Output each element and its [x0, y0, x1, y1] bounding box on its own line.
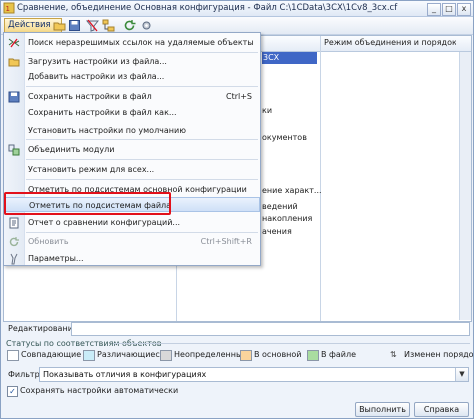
filter-value: Показывать отличия в конфигурациях — [43, 370, 207, 379]
menu-item-label: Установить настройки по умолчанию — [28, 126, 186, 135]
status-group-divider — [113, 343, 470, 344]
window-title: Сравнение, объединение Основная конфигур… — [17, 3, 398, 13]
tree-row-fragment: ведений — [262, 202, 298, 211]
menu-separator — [26, 159, 258, 160]
column-merge-mode[interactable]: Режим объединения и порядок подчи... — [324, 38, 456, 47]
menu-item-label: Объединить модули — [28, 145, 115, 154]
autosave-checkbox[interactable]: ✓ — [7, 386, 18, 397]
menu-item-shortcut: Ctrl+S — [225, 92, 252, 101]
help-button[interactable]: Справка — [414, 402, 469, 417]
menu-item-label: Обновить — [28, 237, 69, 246]
tree-row-fragment: окументов — [262, 133, 307, 142]
open-icon[interactable] — [53, 19, 66, 32]
menu-separator — [26, 86, 258, 87]
tree-row-fragment: ение характ... — [262, 186, 322, 195]
legend-swatch — [307, 350, 319, 361]
menu-item-label: Добавить настройки из файла... — [28, 72, 165, 81]
actions-label: Действия — [8, 20, 51, 30]
minimize-button[interactable]: _ — [427, 3, 441, 16]
legend-label: Различающиеся — [97, 350, 165, 359]
menu-item-label: Сохранить настройки в файл как... — [28, 108, 177, 117]
menu-item-label: Сохранить настройки в файл — [28, 92, 152, 101]
tree-icon[interactable] — [102, 19, 115, 32]
legend-label: В основной — [254, 350, 302, 359]
menu-separator — [26, 179, 258, 180]
legend-swatch — [83, 350, 95, 361]
folder-open-icon — [8, 58, 20, 67]
save-icon — [8, 91, 20, 103]
menu-item-refresh[interactable]: Обновить Ctrl+Shift+R — [4, 234, 260, 249]
menu-item-parameters[interactable]: Параметры... — [4, 251, 260, 266]
settings-icon[interactable] — [140, 19, 153, 32]
merge-modules-icon — [8, 144, 20, 156]
menu-item-label: Установить режим для всех... — [28, 165, 155, 174]
menu-item-find-unresolved-links[interactable]: Поиск неразрешимых ссылок на удаляемые о… — [4, 35, 260, 50]
legend-label: В файле — [321, 350, 357, 359]
menu-item-label: Поиск неразрешимых ссылок на удаляемые о… — [28, 38, 254, 47]
menu-separator — [26, 232, 258, 233]
search-links-icon — [8, 38, 20, 48]
parameters-icon — [10, 253, 18, 265]
menu-item-set-default-settings[interactable]: Установить настройки по умолчанию — [4, 123, 260, 138]
legend-swatch — [160, 350, 172, 361]
report-icon — [9, 217, 19, 229]
legend-label: Совпадающие — [21, 350, 82, 359]
title-bar: 1 Сравнение, объединение Основная конфиг… — [1, 1, 473, 17]
menu-separator — [26, 139, 258, 140]
chevron-down-icon[interactable]: ▼ — [455, 368, 468, 381]
close-button[interactable]: x — [457, 3, 471, 16]
menu-item-label: Загрузить настройки из файла... — [28, 57, 167, 66]
legend-swatch — [240, 350, 252, 361]
legend-swatch — [7, 350, 19, 361]
filter-label: Фильтр: — [8, 370, 43, 379]
filter-select[interactable]: Показывать отличия в конфигурациях ▼ — [39, 367, 469, 382]
tree-row-fragment: накопления — [262, 214, 313, 223]
tree-row-fragment: ачения — [262, 227, 292, 236]
refresh-icon — [9, 237, 19, 247]
menu-item-save-settings-as[interactable]: Сохранить настройки в файл как... — [4, 105, 260, 120]
legend-label: Неопределенные — [174, 350, 248, 359]
menu-item-label: Отчет о сравнении конфигураций... — [28, 218, 181, 227]
editing-label: Редактирование: — [8, 324, 81, 333]
editing-field[interactable] — [71, 322, 470, 336]
menu-item-add-settings[interactable]: Добавить настройки из файла... — [4, 69, 260, 84]
menu-item-save-settings[interactable]: Сохранить настройки в файл Ctrl+S — [4, 89, 260, 104]
save-icon[interactable] — [68, 19, 81, 32]
refresh-icon[interactable] — [123, 19, 136, 32]
autosave-label: Сохранять настройки автоматически — [20, 386, 179, 395]
maximize-button[interactable]: □ — [442, 3, 456, 16]
menu-item-load-settings[interactable]: Загрузить настройки из файла... — [4, 54, 260, 69]
actions-dropdown-menu: Поиск неразрешимых ссылок на удаляемые о… — [3, 32, 261, 266]
app-icon: 1 — [3, 2, 15, 14]
filter-icon[interactable] — [86, 19, 99, 32]
menu-item-comparison-report[interactable]: Отчет о сравнении конфигураций... — [4, 215, 260, 230]
column-separator — [320, 36, 321, 321]
vertical-scrollbar[interactable] — [459, 52, 471, 320]
execute-button[interactable]: Выполнить — [355, 402, 410, 417]
svg-text:1: 1 — [6, 5, 10, 13]
highlight-annotation — [4, 192, 171, 215]
order-changed-icon: ⇅ — [390, 350, 397, 359]
tree-row-fragment: ки — [262, 106, 273, 115]
selected-cell-text: 3CX — [263, 53, 280, 62]
menu-item-shortcut: Ctrl+Shift+R — [200, 237, 252, 246]
compare-merge-window: 1 Сравнение, объединение Основная конфиг… — [0, 0, 474, 419]
menu-item-label: Параметры... — [28, 254, 84, 263]
menu-item-merge-modules[interactable]: Объединить модули — [4, 142, 260, 157]
menu-item-set-mode-for-all[interactable]: Установить режим для всех... — [4, 162, 260, 177]
legend-label: Изменен порядок — [404, 350, 474, 359]
menu-separator — [26, 52, 258, 53]
